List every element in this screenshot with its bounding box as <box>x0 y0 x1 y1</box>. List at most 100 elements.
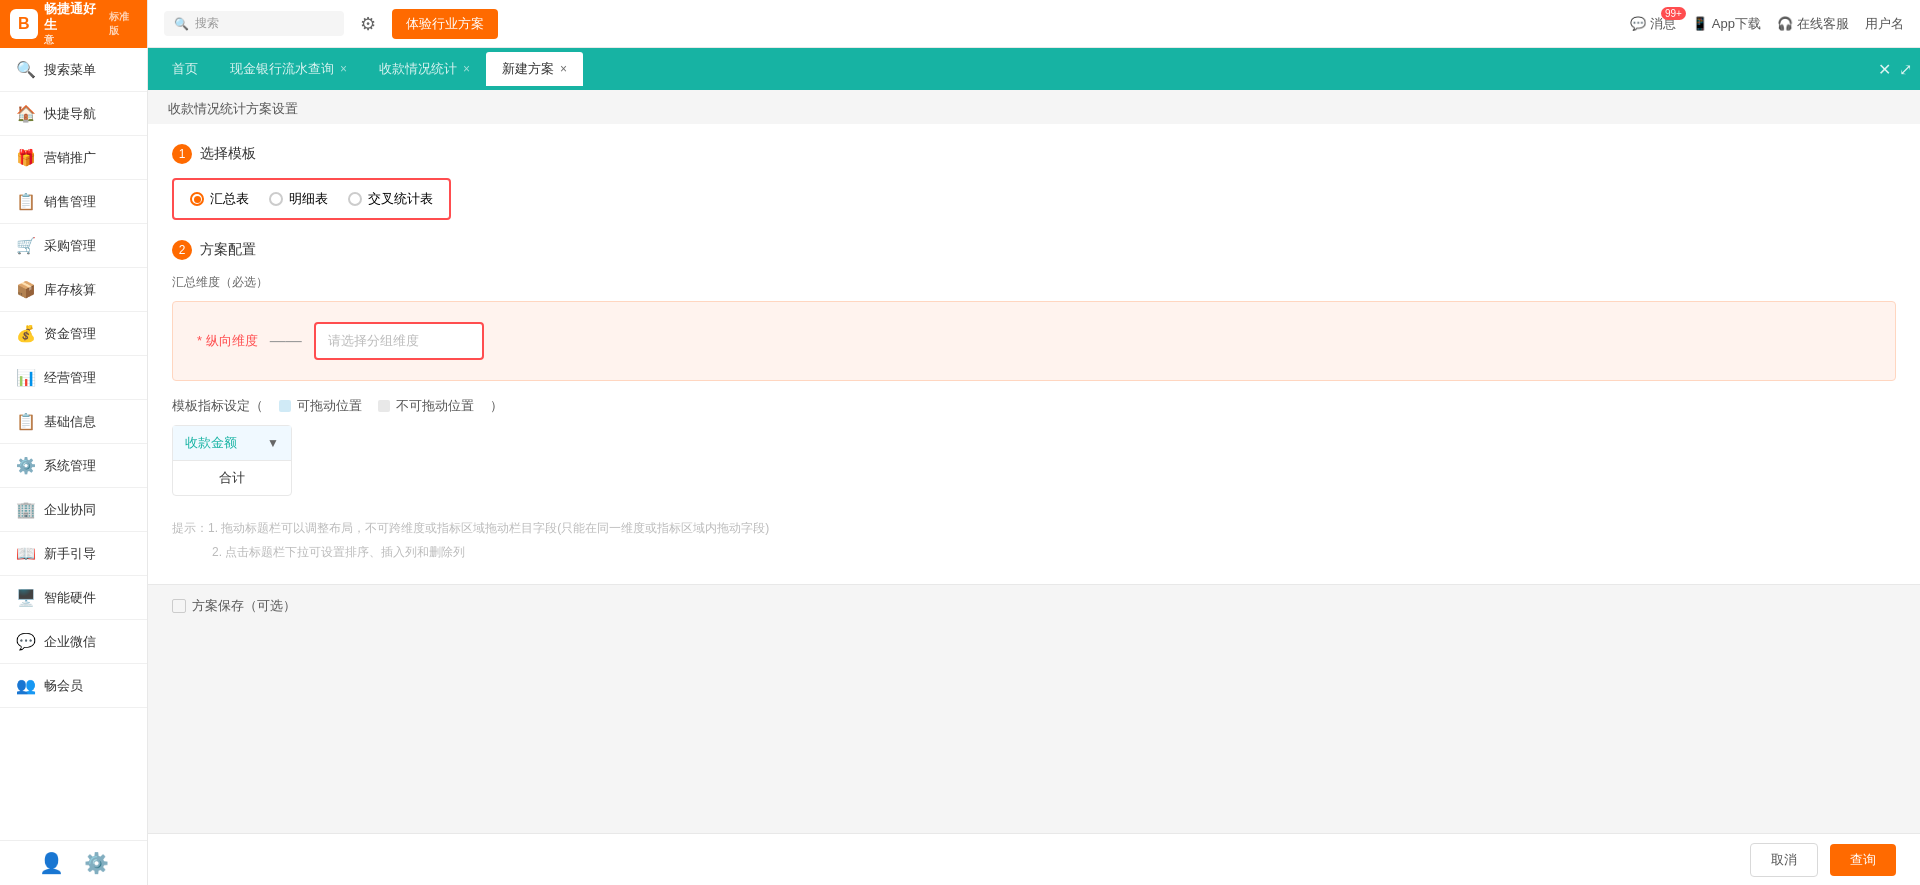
sidebar-item-purchase[interactable]: 🛒采购管理 <box>0 224 147 268</box>
tab-label-home: 首页 <box>172 60 198 78</box>
sidebar-logo: B 畅捷通好生 意 标准版 <box>0 0 147 48</box>
sidebar-icon-system: ⚙️ <box>16 456 36 475</box>
section1-label: 选择模板 <box>200 145 256 163</box>
query-button[interactable]: 查询 <box>1830 844 1896 876</box>
metrics-dropdown-icon[interactable]: ▼ <box>267 436 279 450</box>
metrics-table: 收款金额 ▼ 合计 <box>172 425 292 496</box>
sidebar-label-basic-info: 基础信息 <box>44 413 96 431</box>
sidebar-icon-member: 👥 <box>16 676 36 695</box>
metrics-section: 模板指标设定（ 可拖动位置 不可拖动位置 ） 收款金额 ▼ <box>172 397 1896 496</box>
version-label: 标准版 <box>109 10 137 38</box>
sidebar-item-wechat[interactable]: 💬 企业微信 <box>0 620 147 664</box>
content-area: 收款情况统计方案设置 1 选择模板 汇总表 明细表 交叉统计表 <box>148 90 1920 833</box>
sidebar-label-smart-hw: 智能硬件 <box>44 589 96 607</box>
metrics-title-end: ） <box>490 397 503 415</box>
template-cross-label: 交叉统计表 <box>368 190 433 208</box>
app-download-btn[interactable]: 📱 App下载 <box>1692 15 1761 33</box>
radio-summary[interactable] <box>190 192 204 206</box>
dimension-row: 纵向维度 —— 请选择分组维度 <box>197 322 1871 360</box>
sidebar-icon-smart-hw: 🖥️ <box>16 588 36 607</box>
tab-label-bank-flow: 现金银行流水查询 <box>230 60 334 78</box>
save-checkbox[interactable] <box>172 599 186 613</box>
sidebar-item-quick-nav[interactable]: 🏠 快捷导航 <box>0 92 147 136</box>
topbar-right: 💬 消息 99+ 📱 App下载 🎧 在线客服 用户名 <box>1630 15 1904 33</box>
sidebar-icon-quick-nav: 🏠 <box>16 104 36 123</box>
sidebar-item-system[interactable]: ⚙️系统管理 <box>0 444 147 488</box>
user-info[interactable]: 用户名 <box>1865 15 1904 33</box>
settings-icon[interactable]: ⚙ <box>360 13 376 35</box>
section2-num: 2 <box>172 240 192 260</box>
section1-title: 1 选择模板 <box>172 144 1896 164</box>
sidebar-label-purchase: 采购管理 <box>44 237 96 255</box>
sidebar-icon-sales: 📋 <box>16 192 36 211</box>
sidebar-item-smart-hw[interactable]: 🖥️ 智能硬件 <box>0 576 147 620</box>
save-option[interactable]: 方案保存（可选） <box>172 597 296 615</box>
sidebar-item-enterprise[interactable]: 🏢企业协同 <box>0 488 147 532</box>
tab-home[interactable]: 首页 <box>156 52 214 86</box>
search-icon: 🔍 <box>174 17 189 31</box>
search-placeholder: 搜索 <box>195 15 219 32</box>
tab-label-new-plan: 新建方案 <box>502 60 554 78</box>
tab-close-bank-flow[interactable]: × <box>340 62 347 76</box>
tabbar: 首页现金银行流水查询×收款情况统计×新建方案× ✕ ⤢ <box>148 48 1920 90</box>
dim-selector[interactable]: 请选择分组维度 <box>314 322 484 360</box>
tab-bank-flow[interactable]: 现金银行流水查询 × <box>214 52 363 86</box>
tab-close-new-plan[interactable]: × <box>560 62 567 76</box>
template-option-detail[interactable]: 明细表 <box>269 190 328 208</box>
sidebar-nav: 🔍搜索菜单 🏠 快捷导航 🎁 营销推广 📋 销售管理 🛒采购管理📦库存核算💰资金管理📊经营管理… <box>0 48 147 840</box>
notification-btn[interactable]: 💬 消息 99+ <box>1630 15 1676 33</box>
sidebar-item-inventory[interactable]: 📦库存核算 <box>0 268 147 312</box>
dim-arrow: —— <box>270 332 302 350</box>
template-option-summary[interactable]: 汇总表 <box>190 190 249 208</box>
logo-sub: 意 <box>44 33 104 47</box>
sidebar-item-search-menu[interactable]: 🔍搜索菜单 <box>0 48 147 92</box>
settings-icon[interactable]: ⚙️ <box>84 851 109 875</box>
non-draggable-dot <box>378 400 390 412</box>
sidebar-item-guide[interactable]: 📖新手引导 <box>0 532 147 576</box>
sidebar-icon-finance: 💰 <box>16 324 36 343</box>
sidebar-label-quick-nav: 快捷导航 <box>44 105 96 123</box>
tab-collection-stat[interactable]: 收款情况统计× <box>363 52 486 86</box>
topbar-search[interactable]: 🔍 搜索 <box>164 11 344 36</box>
sidebar-label-enterprise: 企业协同 <box>44 501 96 519</box>
radio-cross[interactable] <box>348 192 362 206</box>
section1-num: 1 <box>172 144 192 164</box>
close-window-icon[interactable]: ✕ <box>1878 60 1891 79</box>
draggable-dot <box>279 400 291 412</box>
tab-close-collection-stat[interactable]: × <box>463 62 470 76</box>
template-option-cross[interactable]: 交叉统计表 <box>348 190 433 208</box>
sidebar-item-member[interactable]: 👥畅会员 <box>0 664 147 708</box>
logo-text: 畅捷通好生 <box>44 1 104 32</box>
non-draggable-legend: 不可拖动位置 <box>378 397 474 415</box>
sidebar-item-sales[interactable]: 📋 销售管理 <box>0 180 147 224</box>
sidebar-label-search-menu: 搜索菜单 <box>44 61 96 79</box>
sidebar-item-operation[interactable]: 📊经营管理 <box>0 356 147 400</box>
sidebar-label-wechat: 企业微信 <box>44 633 96 651</box>
industry-btn[interactable]: 体验行业方案 <box>392 9 498 39</box>
logo-text-block: 畅捷通好生 意 <box>44 1 104 46</box>
sidebar-icon-wechat: 💬 <box>16 632 36 651</box>
dimension-area: 纵向维度 —— 请选择分组维度 <box>172 301 1896 381</box>
user-label: 用户名 <box>1865 15 1904 33</box>
tip1: 提示：1. 拖动标题栏可以调整布局，不可跨维度或指标区域拖动栏目字段(只能在同一… <box>172 516 1896 540</box>
sidebar-label-operation: 经营管理 <box>44 369 96 387</box>
radio-detail[interactable] <box>269 192 283 206</box>
sidebar: B 畅捷通好生 意 标准版 🔍搜索菜单 🏠 快捷导航 🎁 营销推广 📋 销售管理 🛒采购管理📦… <box>0 0 148 885</box>
sidebar-item-finance[interactable]: 💰资金管理 <box>0 312 147 356</box>
sidebar-item-marketing[interactable]: 🎁 营销推广 <box>0 136 147 180</box>
user-icon[interactable]: 👤 <box>39 851 64 875</box>
sidebar-label-sales: 销售管理 <box>44 193 96 211</box>
cancel-button[interactable]: 取消 <box>1750 843 1818 877</box>
logo-icon: B <box>10 9 38 39</box>
tab-new-plan[interactable]: 新建方案 × <box>486 52 583 86</box>
maximize-icon[interactable]: ⤢ <box>1899 60 1912 79</box>
template-options: 汇总表 明细表 交叉统计表 <box>172 178 451 220</box>
sidebar-icon-marketing: 🎁 <box>16 148 36 167</box>
topbar: 🔍 搜索 ⚙ 体验行业方案 💬 消息 99+ 📱 App下载 🎧 在线客服 用户… <box>148 0 1920 48</box>
section2-title: 2 方案配置 <box>172 240 1896 260</box>
online-service-btn[interactable]: 🎧 在线客服 <box>1777 15 1849 33</box>
main-card: 1 选择模板 汇总表 明细表 交叉统计表 2 <box>148 124 1920 584</box>
tip2: 2. 点击标题栏下拉可设置排序、插入列和删除列 <box>172 540 1896 564</box>
sidebar-label-marketing: 营销推广 <box>44 149 96 167</box>
sidebar-item-basic-info[interactable]: 📋基础信息 <box>0 400 147 444</box>
